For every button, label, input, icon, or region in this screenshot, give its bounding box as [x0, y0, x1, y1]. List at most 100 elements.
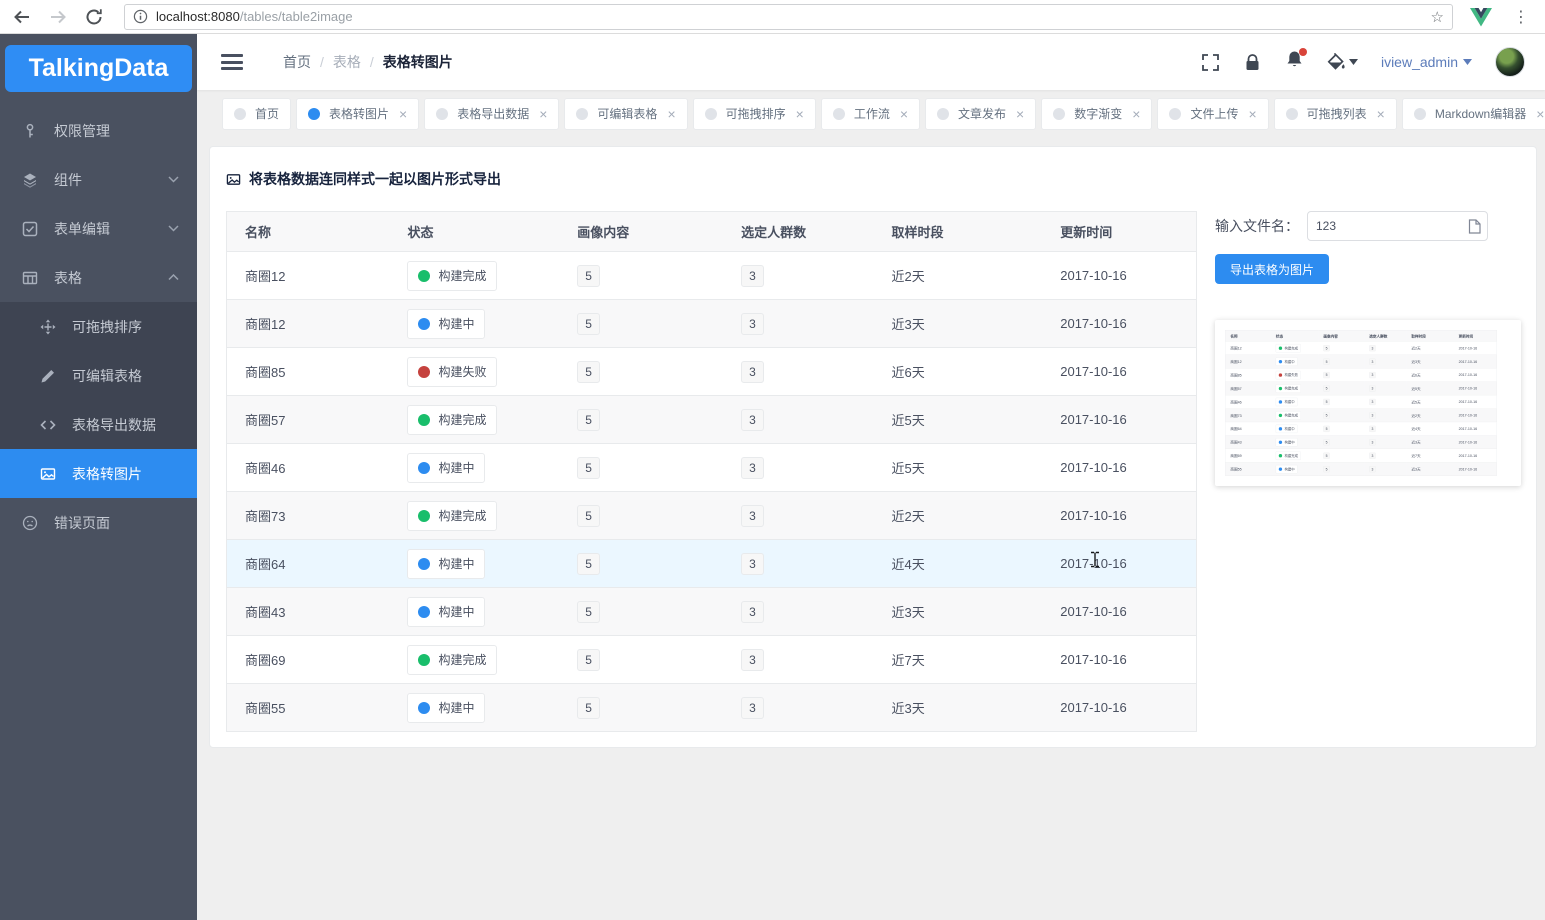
- table-row[interactable]: 商圈43 构建中 5 3 近3天 2017-10-16: [226, 587, 1197, 636]
- bookmark-star-icon[interactable]: ☆: [1431, 8, 1444, 26]
- filename-input[interactable]: [1307, 211, 1488, 241]
- lock-icon[interactable]: [1243, 53, 1262, 72]
- table-row[interactable]: 商圈46 构建中 5 3 近5天 2017-10-16: [1225, 395, 1497, 409]
- table-row[interactable]: 商圈12 构建中 5 3 近3天 2017-10-16: [1225, 354, 1497, 369]
- count-tag: 3: [741, 360, 764, 383]
- export-image-button[interactable]: 导出表格为图片: [1215, 254, 1330, 284]
- table-row[interactable]: 商圈64 构建中 5 3 近4天 2017-10-16: [1225, 421, 1497, 436]
- notification-badge: [1298, 48, 1307, 56]
- table-row[interactable]: 商圈57 构建完成 5 3 近5天 2017-10-16: [226, 395, 1197, 444]
- page-tag[interactable]: 文件上传 ×: [1157, 97, 1269, 130]
- tag-close-icon[interactable]: ×: [1377, 106, 1385, 122]
- browser-forward-icon[interactable]: [48, 7, 68, 27]
- status-dot-icon: [418, 557, 431, 570]
- table-row[interactable]: 商圈73 构建完成 5 3 近2天 2017-10-16: [226, 491, 1197, 540]
- count-tag: 3: [741, 312, 764, 335]
- page-tag[interactable]: 可拖拽列表 ×: [1273, 97, 1397, 130]
- status-dot-icon: [418, 317, 431, 330]
- tag-dot-icon: [308, 107, 321, 120]
- table-row[interactable]: 商圈55 构建中 5 3 近3天 2017-10-16: [1225, 462, 1497, 476]
- table-row[interactable]: 商圈12 构建完成 5 3 近2天 2017-10-16: [226, 251, 1197, 300]
- data-table: 名称 状态 画像内容 选定人群数 取样时段 更新时间 商圈12 构建完成 5 3 近2天 2017-…: [226, 211, 1197, 732]
- tag-close-icon[interactable]: ×: [900, 106, 908, 122]
- sidebar-toggle-icon[interactable]: [221, 54, 243, 70]
- tag-close-icon[interactable]: ×: [667, 106, 675, 122]
- chevron-down-icon: [168, 225, 179, 232]
- sidebar-item-label: 表格: [54, 269, 82, 286]
- cell-name: 商圈64: [1225, 421, 1271, 436]
- sidebar-item-error-page[interactable]: 错误页面: [0, 498, 197, 547]
- tag-close-icon[interactable]: ×: [796, 106, 804, 122]
- cell-name: 商圈12: [226, 299, 390, 348]
- sidebar-item-table-export[interactable]: 表格导出数据: [0, 400, 197, 449]
- tag-close-icon[interactable]: ×: [399, 106, 407, 122]
- url-bar[interactable]: localhost:8080/tables/table2image ☆: [124, 3, 1453, 30]
- status-badge: 构建失败: [407, 356, 498, 387]
- fullscreen-icon[interactable]: [1201, 53, 1220, 72]
- theme-switch[interactable]: [1327, 52, 1358, 72]
- table-row[interactable]: 商圈64 构建中 5 3 近4天 2017-10-16: [226, 539, 1197, 588]
- breadcrumb-home[interactable]: 首页: [283, 52, 311, 72]
- page-tag[interactable]: 可编辑表格 ×: [564, 97, 688, 130]
- sidebar-item-form-edit[interactable]: 表单编辑: [0, 204, 197, 253]
- table-row[interactable]: 商圈57 构建完成 5 3 近5天 2017-10-16: [1225, 381, 1497, 396]
- sidebar-item-table-to-image[interactable]: 表格转图片: [0, 449, 197, 498]
- sidebar-item-tables[interactable]: 表格: [0, 253, 197, 302]
- page-info-icon[interactable]: [133, 9, 148, 24]
- avatar[interactable]: [1495, 47, 1525, 77]
- column-header: 更新时间: [1453, 330, 1497, 342]
- table-row[interactable]: 商圈46 构建中 5 3 近5天 2017-10-16: [226, 443, 1197, 492]
- table-row[interactable]: 商圈55 构建中 5 3 近3天 2017-10-16: [226, 683, 1197, 732]
- count-tag: 5: [577, 552, 600, 575]
- notifications-bell-icon[interactable]: [1285, 48, 1307, 74]
- tag-close-icon[interactable]: ×: [1248, 106, 1256, 122]
- talkingdata-logo: TalkingData: [5, 45, 192, 92]
- page-tag[interactable]: 数字渐变 ×: [1041, 97, 1153, 130]
- cell-name: 商圈57: [226, 395, 390, 444]
- cell-portrait-count: 5: [559, 683, 724, 732]
- browser-back-icon[interactable]: [12, 7, 32, 27]
- table-row[interactable]: 商圈85 构建失败 5 3 近6天 2017-10-16: [1225, 368, 1497, 382]
- status-badge: 构建中: [1275, 464, 1298, 474]
- tag-close-icon[interactable]: ×: [1536, 106, 1544, 122]
- cell-portrait-count: 5: [1318, 421, 1365, 436]
- table-row[interactable]: 商圈69 构建完成 5 3 近7天 2017-10-16: [226, 635, 1197, 684]
- cell-status: 构建中: [1270, 462, 1319, 476]
- vue-devtools-icon[interactable]: [1469, 7, 1493, 27]
- page-tag[interactable]: 表格转图片 ×: [296, 97, 420, 130]
- tag-close-icon[interactable]: ×: [539, 106, 547, 122]
- table-row[interactable]: 商圈43 构建中 5 3 近3天 2017-10-16: [1225, 435, 1497, 449]
- filename-label: 输入文件名：: [1215, 218, 1299, 234]
- sidebar-item-components[interactable]: 组件: [0, 155, 197, 204]
- cell-update-time: 2017-10-16: [1453, 395, 1497, 409]
- count-tag: 5: [1323, 452, 1330, 459]
- page-tag[interactable]: 可拖拽排序 ×: [692, 97, 816, 130]
- page-tag[interactable]: 首页: [222, 97, 292, 130]
- page-tag[interactable]: 文章发布 ×: [925, 97, 1037, 130]
- table-row[interactable]: 商圈12 构建中 5 3 近3天 2017-10-16: [226, 299, 1197, 348]
- table-row[interactable]: 商圈12 构建完成 5 3 近2天 2017-10-16: [1225, 341, 1497, 355]
- page-tag[interactable]: 表格导出数据 ×: [424, 97, 560, 130]
- sidebar-item-editable-table[interactable]: 可编辑表格: [0, 351, 197, 400]
- cell-update-time: 2017-10-16: [1042, 635, 1197, 684]
- cell-status: 构建中: [1270, 421, 1319, 436]
- tag-close-icon[interactable]: ×: [1132, 106, 1140, 122]
- table-row[interactable]: 商圈69 构建完成 5 3 近7天 2017-10-16: [1225, 448, 1497, 463]
- sidebar-item-permissions[interactable]: 权限管理: [0, 106, 197, 155]
- page-tag[interactable]: 工作流 ×: [820, 97, 921, 130]
- status-dot-icon: [418, 461, 431, 474]
- tag-dot-icon: [1053, 107, 1066, 120]
- chevron-down-icon: [168, 176, 179, 183]
- breadcrumb-section[interactable]: 表格: [333, 52, 361, 72]
- table-row[interactable]: 商圈73 构建完成 5 3 近2天 2017-10-16: [1225, 408, 1497, 423]
- browser-refresh-icon[interactable]: [84, 7, 104, 27]
- cell-status: 构建失败: [389, 347, 560, 396]
- status-dot-icon: [418, 269, 431, 282]
- count-tag: 3: [1369, 344, 1376, 352]
- table-row[interactable]: 商圈85 构建失败 5 3 近6天 2017-10-16: [226, 347, 1197, 396]
- page-tag[interactable]: Markdown编辑器 ×: [1401, 97, 1545, 130]
- tag-close-icon[interactable]: ×: [1016, 106, 1024, 122]
- user-menu[interactable]: iview_admin: [1381, 54, 1472, 70]
- browser-menu-icon[interactable]: ⋮: [1509, 7, 1533, 27]
- sidebar-item-drag-sort[interactable]: 可拖拽排序: [0, 302, 197, 351]
